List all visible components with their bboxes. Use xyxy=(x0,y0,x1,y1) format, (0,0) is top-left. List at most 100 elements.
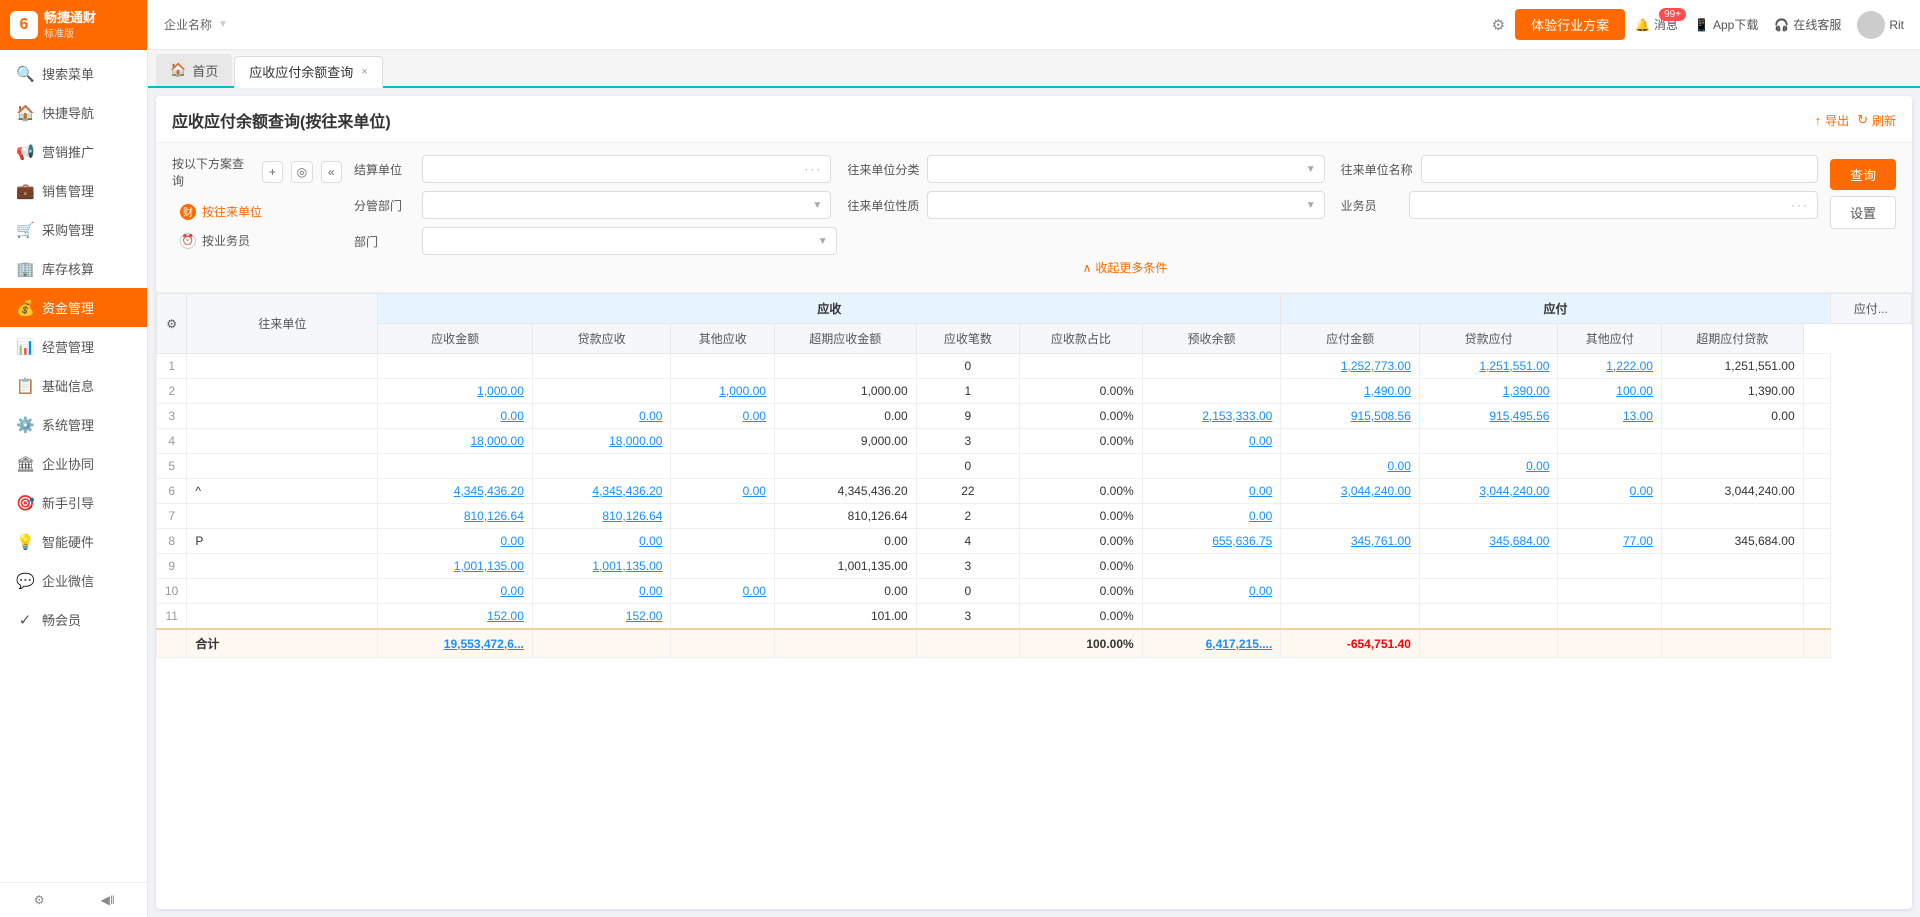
table-cell-link[interactable]: 0.00 xyxy=(532,529,671,554)
table-cell-link[interactable] xyxy=(1142,554,1281,579)
table-cell-link[interactable] xyxy=(1419,504,1558,529)
table-cell-link[interactable] xyxy=(532,379,671,404)
table-cell-link[interactable]: 0.00 xyxy=(532,579,671,604)
unit-nature-input[interactable]: ▼ xyxy=(927,191,1324,219)
dept-input[interactable]: ▼ xyxy=(422,227,837,255)
table-cell-link[interactable]: 0.00 xyxy=(1142,504,1281,529)
table-cell-link[interactable]: 655,636.75 xyxy=(1142,529,1281,554)
table-cell-link[interactable]: 0.00 xyxy=(671,579,774,604)
sidebar-item-smart-hw[interactable]: 💡智能硬件 xyxy=(0,522,147,561)
sidebar-item-marketing[interactable]: 📢营销推广 xyxy=(0,132,147,171)
table-cell-link[interactable] xyxy=(1281,604,1420,630)
online-service-btn[interactable]: 🎧 在线客服 xyxy=(1774,16,1841,33)
sidebar-collapse-btn[interactable]: ◀‖ xyxy=(79,893,138,907)
table-cell-link[interactable] xyxy=(1419,579,1558,604)
sidebar-item-quick-nav[interactable]: 🏠快捷导航 xyxy=(0,93,147,132)
table-cell-link[interactable] xyxy=(1558,454,1661,479)
table-cell-link[interactable]: 1,490.00 xyxy=(1281,379,1420,404)
table-cell-link[interactable]: 18,000.00 xyxy=(532,429,671,454)
table-cell-link[interactable]: 0.00 xyxy=(1558,479,1661,504)
table-cell-link[interactable] xyxy=(1419,554,1558,579)
sidebar-item-sys-mgmt[interactable]: ⚙️系统管理 xyxy=(0,405,147,444)
table-cell-link[interactable]: 1,000.00 xyxy=(671,379,774,404)
staff-input[interactable]: ··· xyxy=(1409,191,1818,219)
tab-ar-ap-query[interactable]: 应收应付余额查询× xyxy=(234,56,382,88)
table-cell-link[interactable]: 100.00 xyxy=(1558,379,1661,404)
unit-name-input[interactable] xyxy=(1421,155,1818,183)
table-cell-link[interactable]: 0.00 xyxy=(378,579,533,604)
table-cell-link[interactable]: 0.00 xyxy=(1142,429,1281,454)
table-cell-link[interactable]: 345,761.00 xyxy=(1281,529,1420,554)
sidebar-item-finance[interactable]: 💰资金管理 xyxy=(0,288,147,327)
table-cell-link[interactable]: 345,684.00 xyxy=(1419,529,1558,554)
table-cell-link[interactable] xyxy=(378,354,533,379)
scheme-by-staff[interactable]: ⏰ 按业务员 xyxy=(172,228,342,253)
table-cell-link[interactable] xyxy=(671,529,774,554)
solution-button[interactable]: 体验行业方案 xyxy=(1515,9,1625,40)
notifications-btn[interactable]: 🔔 消息 99+ xyxy=(1635,16,1678,33)
tab-home[interactable]: 🏠首页 xyxy=(156,54,232,86)
sidebar-item-enterprise[interactable]: 🏛企业协同 xyxy=(0,444,147,483)
table-cell-link[interactable] xyxy=(532,354,671,379)
table-cell-link[interactable] xyxy=(1281,554,1420,579)
table-cell-link[interactable] xyxy=(1558,429,1661,454)
table-cell-link[interactable] xyxy=(1142,379,1281,404)
table-cell-link[interactable] xyxy=(671,554,774,579)
table-cell-link[interactable]: 3,044,240.00 xyxy=(1281,479,1420,504)
sidebar-item-operations[interactable]: 📊经营管理 xyxy=(0,327,147,366)
table-cell-link[interactable]: 915,508.56 xyxy=(1281,404,1420,429)
table-cell-link[interactable]: 4,345,436.20 xyxy=(378,479,533,504)
table-cell-link[interactable]: 0.00 xyxy=(532,404,671,429)
table-cell-link[interactable]: 2,153,333.00 xyxy=(1142,404,1281,429)
footer-ar-total[interactable]: 19,553,472,6... xyxy=(378,629,533,658)
filter-back-btn[interactable]: « xyxy=(321,161,342,183)
filter-add-btn[interactable]: + xyxy=(262,161,283,183)
sidebar-item-member[interactable]: ✓畅会员 xyxy=(0,600,147,639)
footer-ar-advance[interactable]: 6,417,215.... xyxy=(1142,629,1281,658)
table-cell-link[interactable] xyxy=(671,454,774,479)
sidebar-settings-btn[interactable]: ⚙ xyxy=(10,893,69,907)
unit-category-input[interactable]: ▼ xyxy=(927,155,1324,183)
table-cell-link[interactable] xyxy=(1281,429,1420,454)
table-cell-link[interactable]: 1,390.00 xyxy=(1419,379,1558,404)
table-cell-link[interactable]: 1,251,551.00 xyxy=(1419,354,1558,379)
setting-button[interactable]: 设置 xyxy=(1830,196,1896,229)
filter-target-btn[interactable]: ◎ xyxy=(291,161,312,183)
table-cell-link[interactable] xyxy=(1142,604,1281,630)
table-cell-link[interactable] xyxy=(671,604,774,630)
table-cell-link[interactable]: 1,001,135.00 xyxy=(532,554,671,579)
table-cell-link[interactable] xyxy=(532,454,671,479)
table-cell-link[interactable]: 152.00 xyxy=(378,604,533,630)
table-cell-link[interactable] xyxy=(671,504,774,529)
table-cell-link[interactable]: 915,495.56 xyxy=(1419,404,1558,429)
table-cell-link[interactable] xyxy=(1558,554,1661,579)
table-cell-link[interactable]: 18,000.00 xyxy=(378,429,533,454)
table-cell-link[interactable] xyxy=(1142,454,1281,479)
sidebar-item-search-menu[interactable]: 🔍搜索菜单 xyxy=(0,54,147,93)
table-cell-link[interactable]: 1,222.00 xyxy=(1558,354,1661,379)
query-button[interactable]: 查询 xyxy=(1830,159,1896,190)
table-cell-link[interactable]: 77.00 xyxy=(1558,529,1661,554)
user-menu[interactable]: Rit xyxy=(1857,11,1904,39)
table-cell-link[interactable]: 4,345,436.20 xyxy=(532,479,671,504)
table-cell-link[interactable] xyxy=(671,429,774,454)
filter-collapse-btn[interactable]: ∧ 收起更多条件 xyxy=(354,255,1896,280)
scheme-by-unit[interactable]: 财 按往来单位 xyxy=(172,199,342,224)
table-cell-link[interactable]: 1,001,135.00 xyxy=(378,554,533,579)
table-cell-link[interactable]: 1,000.00 xyxy=(378,379,533,404)
table-cell-link[interactable] xyxy=(378,454,533,479)
table-settings-col[interactable]: ⚙ xyxy=(157,294,187,354)
sidebar-item-guide[interactable]: 🎯新手引导 xyxy=(0,483,147,522)
sidebar-item-sales[interactable]: 💼销售管理 xyxy=(0,171,147,210)
table-cell-link[interactable]: 810,126.64 xyxy=(378,504,533,529)
export-button[interactable]: ↑ 导出 xyxy=(1815,112,1850,129)
sidebar-item-purchase[interactable]: 🛒采购管理 xyxy=(0,210,147,249)
table-cell-link[interactable] xyxy=(1281,504,1420,529)
table-cell-link[interactable] xyxy=(1558,604,1661,630)
sidebar-item-inventory[interactable]: 🏢库存核算 xyxy=(0,249,147,288)
settlement-unit-input[interactable]: ··· xyxy=(422,155,831,183)
table-cell-link[interactable]: 152.00 xyxy=(532,604,671,630)
table-cell-link[interactable]: 0.00 xyxy=(1142,479,1281,504)
table-cell-link[interactable]: 0.00 xyxy=(378,404,533,429)
tab-close-ar-ap-query[interactable]: × xyxy=(361,66,367,78)
